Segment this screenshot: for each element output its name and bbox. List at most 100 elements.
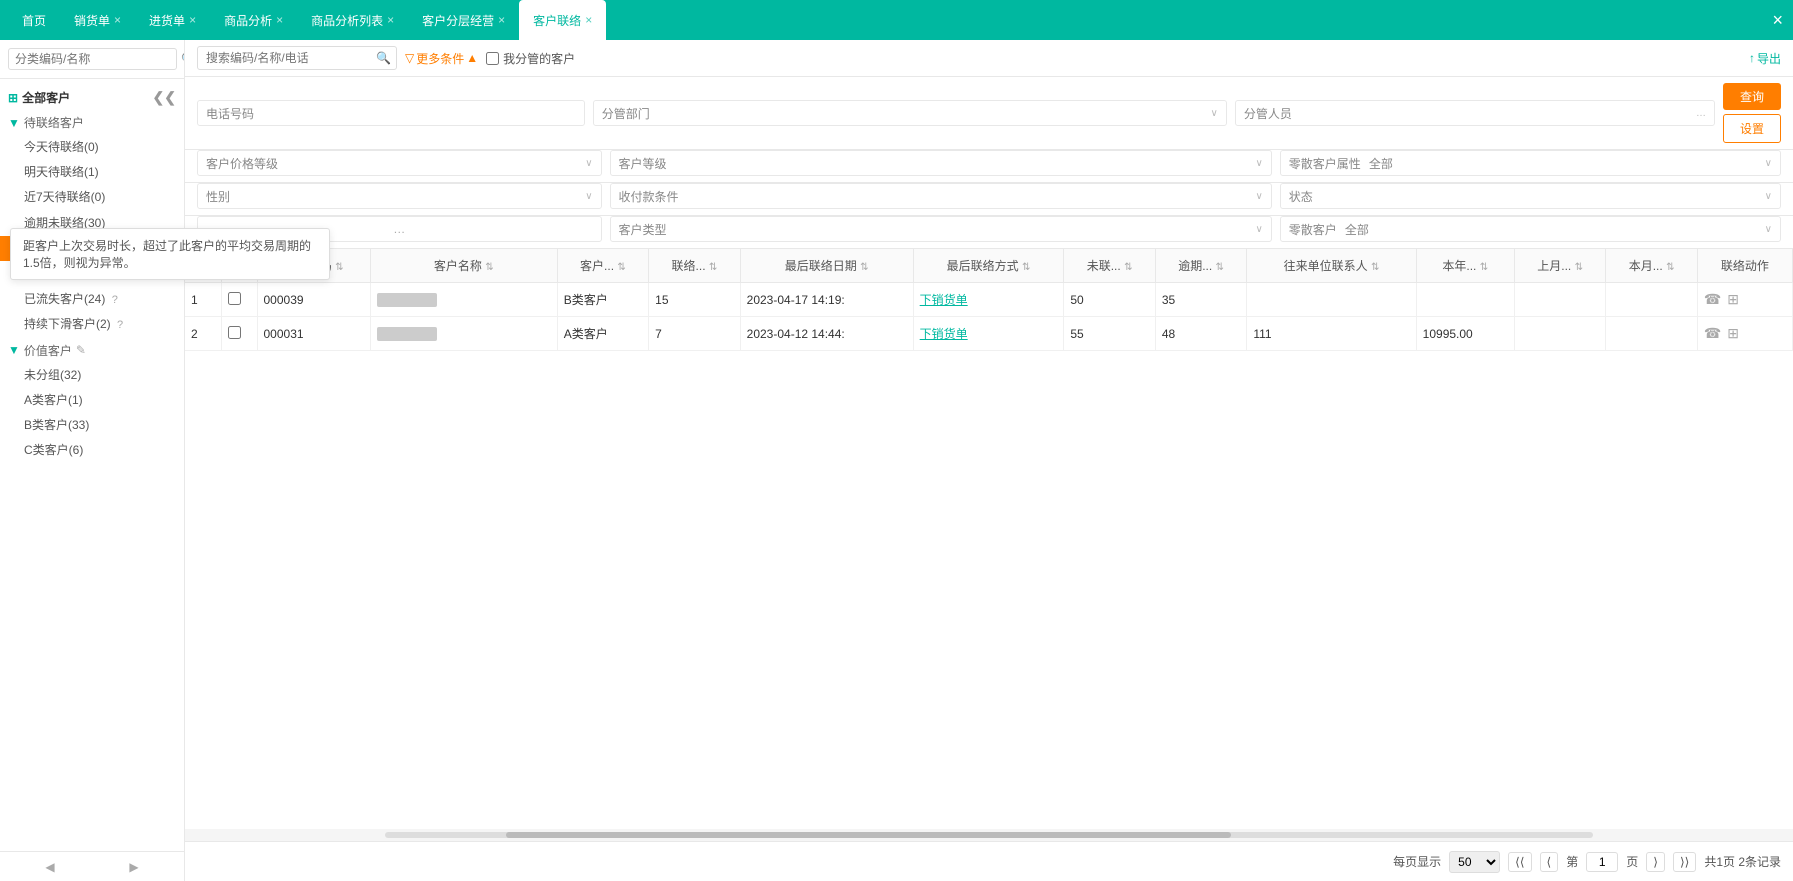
my-customer-checkbox-label[interactable]: 我分管的客户: [486, 50, 575, 67]
action-note-icon-2[interactable]: ⊞: [1727, 325, 1739, 342]
sidebar-item-b-class[interactable]: B类客户(33): [0, 413, 184, 438]
filter-price-level[interactable]: 客户价格等级 ∨: [197, 150, 602, 176]
col-type[interactable]: 客户... ⇅: [557, 249, 648, 283]
settings-button[interactable]: 设置: [1723, 114, 1781, 143]
sidebar-item-declining[interactable]: 持续下滑客户(2) ?: [0, 312, 184, 338]
nav-close-contact[interactable]: ×: [585, 13, 592, 27]
filter-gender[interactable]: 性别 ∨: [197, 183, 602, 209]
nav-close-purchase[interactable]: ×: [189, 13, 196, 27]
page-label: 第: [1566, 853, 1578, 870]
table-area[interactable]: ⚙ 客户编码 ⇅ 客户名称 ⇅: [185, 249, 1793, 829]
filter-status[interactable]: 状态 ∨: [1280, 183, 1781, 209]
nav-customer-contact[interactable]: 客户联络 ×: [519, 0, 606, 40]
nav-close-sales[interactable]: ×: [114, 13, 121, 27]
main-search-input[interactable]: [197, 46, 397, 70]
action-phone-icon-1[interactable]: ☎: [1704, 291, 1721, 308]
col-name[interactable]: 客户名称 ⇅: [370, 249, 557, 283]
cell-contact-1: 15: [649, 283, 740, 317]
sort-last-date-icon[interactable]: ⇅: [860, 262, 868, 273]
sort-contact-icon[interactable]: ⇅: [709, 262, 717, 273]
sidebar-collapse-icon[interactable]: ❮❮: [153, 89, 176, 106]
filter-phone[interactable]: 电话号码: [197, 100, 585, 126]
col-unreached[interactable]: 未联... ⇅: [1064, 249, 1155, 283]
sort-this-month-icon[interactable]: ⇅: [1666, 262, 1674, 273]
per-page-select[interactable]: 50 20 100: [1449, 851, 1500, 873]
sidebar-section-pending[interactable]: ▼ 待联络客户: [0, 110, 184, 135]
sidebar-search-input[interactable]: [8, 48, 177, 70]
sidebar-next-icon[interactable]: ▶: [129, 860, 138, 874]
sidebar-item-today[interactable]: 今天待联络(0): [0, 135, 184, 160]
action-note-icon-1[interactable]: ⊞: [1727, 291, 1739, 308]
sidebar-item-tomorrow[interactable]: 明天待联络(1): [0, 160, 184, 185]
nav-close-product-list[interactable]: ×: [387, 13, 394, 27]
sidebar-item-a-class[interactable]: A类客户(1): [0, 388, 184, 413]
sort-name-icon[interactable]: ⇅: [485, 262, 493, 273]
nav-sales-order[interactable]: 销货单 ×: [60, 0, 135, 40]
filter-retail-customer[interactable]: 零散客户 全部 ∨: [1280, 216, 1781, 242]
last-method-link-2[interactable]: 下销货单: [920, 327, 968, 341]
nav-purchase-order[interactable]: 进货单 ×: [135, 0, 210, 40]
nav-home[interactable]: 首页: [8, 0, 60, 40]
main-search-icon[interactable]: 🔍: [376, 51, 391, 65]
sidebar-item-7days[interactable]: 近7天待联络(0): [0, 185, 184, 210]
filter-manager[interactable]: 分管人员 …: [1235, 100, 1715, 126]
blurred-name-1: [377, 293, 437, 307]
filter-customer-level[interactable]: 客户等级 ∨: [610, 150, 1272, 176]
sidebar-value-section[interactable]: ▼ 价值客户 ✎: [0, 338, 184, 363]
scrollbar-thumb[interactable]: [506, 832, 1231, 838]
nav-product-list[interactable]: 商品分析列表 ×: [297, 0, 408, 40]
sort-code-icon[interactable]: ⇅: [335, 262, 343, 273]
query-button[interactable]: 查询: [1723, 83, 1781, 110]
pag-first-button[interactable]: ⟨⟨: [1508, 852, 1531, 872]
row-1-checkbox[interactable]: [228, 292, 241, 305]
more-conditions-button[interactable]: ▽ 更多条件 ▲: [405, 50, 478, 67]
horizontal-scrollbar[interactable]: [185, 829, 1793, 841]
cell-method-1[interactable]: 下销货单: [913, 283, 1064, 317]
col-overdue[interactable]: 逾期... ⇅: [1155, 249, 1246, 283]
sort-year-icon[interactable]: ⇅: [1480, 262, 1488, 273]
row-2-checkbox[interactable]: [228, 326, 241, 339]
filter-customer-type[interactable]: 客户类型 ∨: [610, 216, 1272, 242]
sort-unreached-icon[interactable]: ⇅: [1124, 262, 1132, 273]
action-phone-icon-2[interactable]: ☎: [1704, 325, 1721, 342]
nav-close-product-analysis[interactable]: ×: [276, 13, 283, 27]
top-nav-close-button[interactable]: ×: [1772, 10, 1783, 31]
pagination: 每页显示 50 20 100 ⟨⟨ ⟨ 第 页 ⟩ ⟩⟩ 共1页 2条记录: [185, 841, 1793, 881]
col-this-year[interactable]: 本年... ⇅: [1416, 249, 1514, 283]
caret-dept-icon: ∨: [1211, 108, 1218, 119]
cell-type-2: A类客户: [557, 317, 648, 351]
scrollbar-track[interactable]: [385, 832, 1593, 838]
nav-close-segment[interactable]: ×: [498, 13, 505, 27]
col-contact[interactable]: 联络... ⇅: [649, 249, 740, 283]
sort-overdue-icon[interactable]: ⇅: [1216, 262, 1224, 273]
filter-department[interactable]: 分管部门 ∨: [593, 100, 1227, 126]
export-button[interactable]: ↑ 导出: [1749, 50, 1781, 67]
nav-product-analysis[interactable]: 商品分析 ×: [210, 0, 297, 40]
sidebar-item-already-lost[interactable]: 已流失客户(24) ?: [0, 287, 184, 313]
my-customer-checkbox[interactable]: [486, 52, 499, 65]
pag-last-button[interactable]: ⟩⟩: [1673, 852, 1696, 872]
filter-payment[interactable]: 收付款条件 ∨: [610, 183, 1272, 209]
page-input[interactable]: [1586, 852, 1618, 872]
sort-type-icon[interactable]: ⇅: [617, 262, 625, 273]
sidebar-item-c-class[interactable]: C类客户(6): [0, 438, 184, 463]
col-this-month[interactable]: 本月... ⇅: [1606, 249, 1697, 283]
col-last-date[interactable]: 最后联络日期 ⇅: [740, 249, 913, 283]
sidebar-prev-icon[interactable]: ◀: [45, 860, 54, 874]
last-method-link-1[interactable]: 下销货单: [920, 293, 968, 307]
col-last-month[interactable]: 上月... ⇅: [1514, 249, 1605, 283]
pag-next-button[interactable]: ⟩: [1646, 852, 1665, 872]
filter-retail-attr[interactable]: 零散客户属性 全部 ∨: [1280, 150, 1781, 176]
sort-unit-icon[interactable]: ⇅: [1371, 262, 1379, 273]
edit-value-icon[interactable]: ✎: [76, 343, 86, 357]
sidebar-item-unclassified[interactable]: 未分组(32): [0, 363, 184, 388]
cell-method-2[interactable]: 下销货单: [913, 317, 1064, 351]
sort-last-method-icon[interactable]: ⇅: [1022, 262, 1030, 273]
sidebar-all-customers[interactable]: ⊞ 全部客户 ❮❮: [0, 85, 184, 110]
col-unit-contact[interactable]: 往来单位联系人 ⇅: [1247, 249, 1416, 283]
nav-customer-segment[interactable]: 客户分层经营 ×: [408, 0, 519, 40]
sort-last-month-icon[interactable]: ⇅: [1575, 262, 1583, 273]
pag-prev-button[interactable]: ⟨: [1540, 852, 1559, 872]
cell-thismonth-1: [1606, 283, 1697, 317]
col-last-method[interactable]: 最后联络方式 ⇅: [913, 249, 1064, 283]
